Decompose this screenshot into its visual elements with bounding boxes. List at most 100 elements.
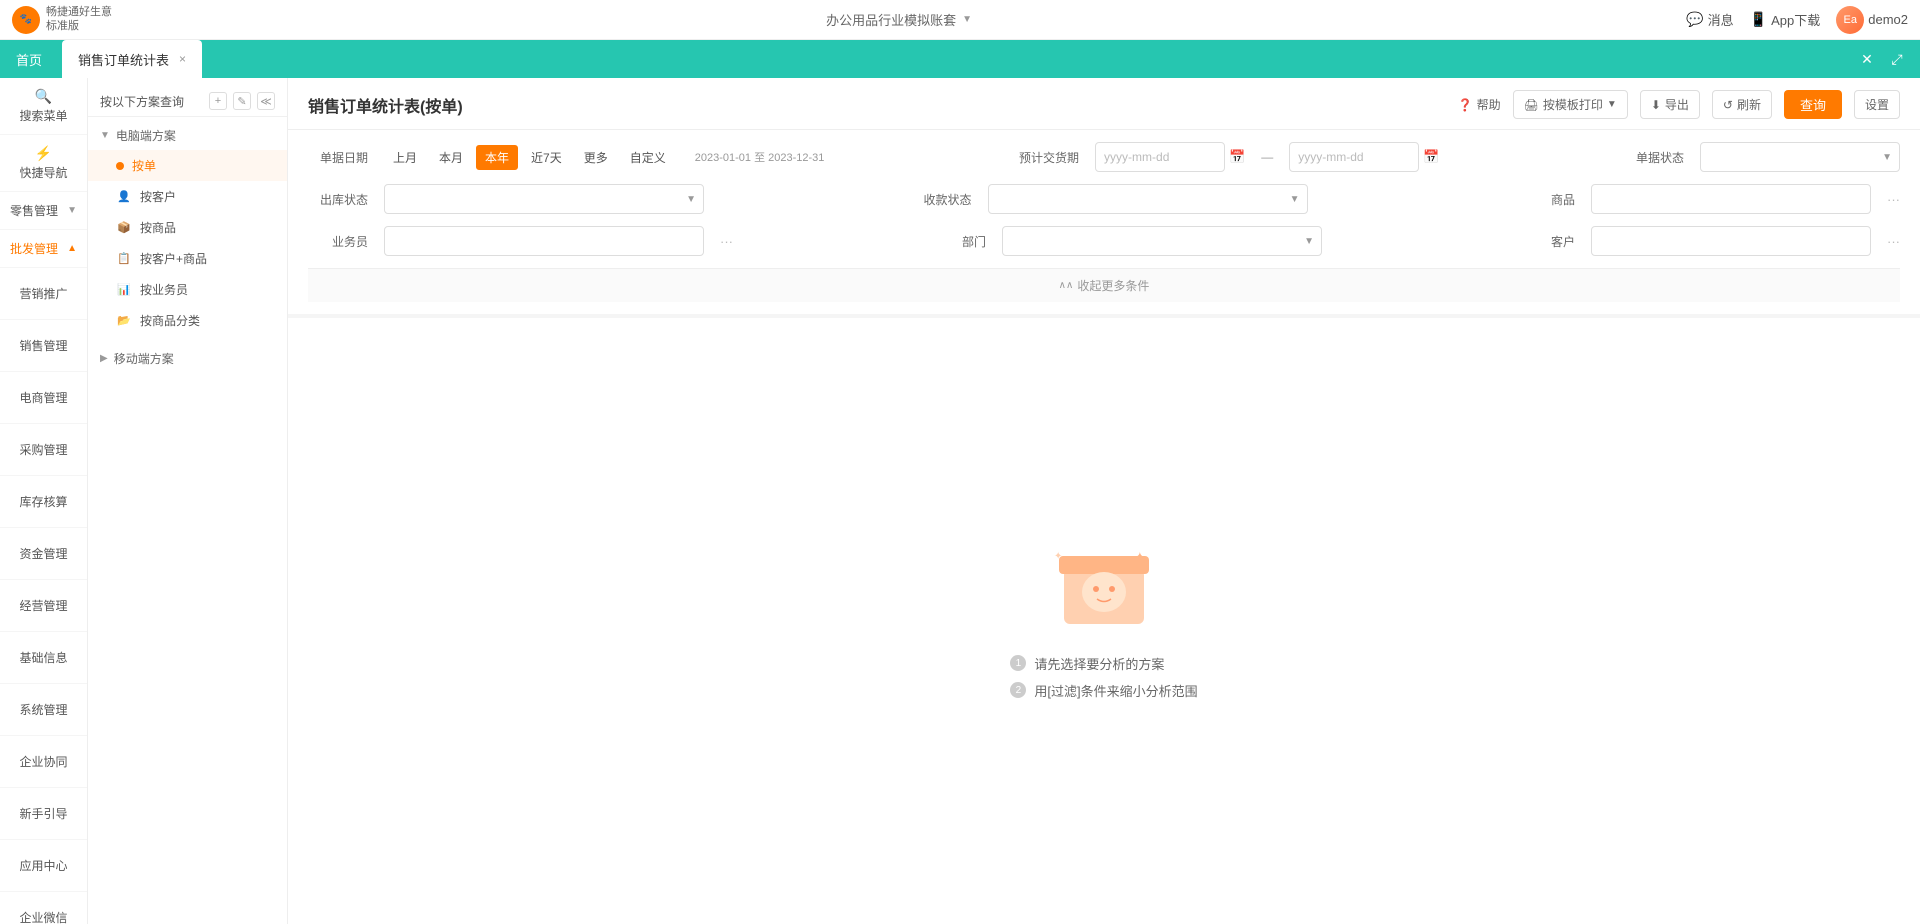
calendar-from-icon[interactable]: 📅 xyxy=(1229,149,1245,165)
scheme-by-category-label: 按商品分类 xyxy=(140,312,200,329)
collapse-label: 收起更多条件 xyxy=(1077,277,1149,294)
refresh-button[interactable]: ↺ 刷新 xyxy=(1712,90,1772,119)
this-month-btn[interactable]: 本月 xyxy=(430,145,472,170)
goods-input[interactable] xyxy=(1591,184,1871,214)
customer-dots[interactable]: ··· xyxy=(1887,234,1900,249)
expected-date-to-input[interactable] xyxy=(1289,142,1419,172)
help-button[interactable]: ❓ 帮助 xyxy=(1458,96,1501,113)
status-label: 单据状态 xyxy=(1614,149,1684,166)
date-range-text: 2023-01-01 至 2023-12-31 xyxy=(695,149,825,165)
sidebar-item-appcenter[interactable]: 应用中心 xyxy=(0,840,87,892)
dept-select[interactable] xyxy=(1002,226,1322,256)
scheme-item-by-cust-prod[interactable]: 📋 按客户+商品 xyxy=(88,243,287,274)
customer-input[interactable] xyxy=(1591,226,1871,256)
scheme-mobile-section[interactable]: ▶ 移动端方案 xyxy=(88,344,287,373)
salesperson-input[interactable] xyxy=(384,226,704,256)
category-scheme-icon: 📂 xyxy=(116,313,132,329)
sidebar-item-quick-nav[interactable]: ⚡ 快捷导航 xyxy=(0,135,87,192)
scheme-item-by-customer[interactable]: 👤 按客户 xyxy=(88,181,287,212)
scheme-panel: 按以下方案查询 + ✎ ≪ ▼ 电脑端方案 按单 👤 按客户 xyxy=(88,78,288,924)
scheme-add-button[interactable]: + xyxy=(209,92,227,110)
delivery-select-wrap: ▼ xyxy=(384,184,704,214)
topbar-left: 🐾 畅捷通好生意 标准版 xyxy=(12,6,112,34)
goods-dots[interactable]: ··· xyxy=(1887,192,1900,207)
message-button[interactable]: 💬 消息 xyxy=(1686,10,1733,29)
sidebar-item-system[interactable]: 系统管理 xyxy=(0,684,87,736)
window-maximize-button[interactable]: ⤢ xyxy=(1886,48,1908,70)
tab-report[interactable]: 销售订单统计表 × xyxy=(62,40,202,78)
custom-date-btn[interactable]: 自定义 xyxy=(621,145,675,170)
salesperson-dots[interactable]: ··· xyxy=(720,234,733,249)
export-button[interactable]: ⬇ 导出 xyxy=(1640,90,1700,119)
sidebar-item-basic[interactable]: 基础信息 xyxy=(0,632,87,684)
custprod-scheme-icon: 📋 xyxy=(116,251,132,267)
refresh-icon: ↺ xyxy=(1723,98,1733,112)
sidebar-item-finance[interactable]: 资金管理 xyxy=(0,528,87,580)
scheme-panel-header: 按以下方案查询 + ✎ ≪ xyxy=(88,86,287,117)
payment-select[interactable] xyxy=(988,184,1308,214)
expected-date-from-input[interactable] xyxy=(1095,142,1225,172)
sidebar-item-search[interactable]: 🔍 搜索菜单 xyxy=(0,78,87,135)
filter-row-3: 业务员 ··· 部门 ▼ 客户 xyxy=(308,226,1900,256)
scheme-pc-section[interactable]: ▼ 电脑端方案 xyxy=(88,121,287,150)
expected-date-from-wrap: 📅 xyxy=(1095,142,1245,172)
scheme-edit-button[interactable]: ✎ xyxy=(233,92,251,110)
date-quick-group: 上月 本月 本年 近7天 更多 自定义 xyxy=(384,145,675,170)
sidebar-item-operation[interactable]: 经营管理 xyxy=(0,580,87,632)
sidebar-item-wholesale[interactable]: 批发管理 ▲ xyxy=(0,230,87,268)
help-icon: ❓ xyxy=(1458,98,1473,112)
tab-window-actions: ✕ ⤢ xyxy=(1856,48,1920,70)
tab-home[interactable]: 首页 xyxy=(0,40,58,78)
settings-button[interactable]: 设置 xyxy=(1854,90,1900,119)
topbar-right: 💬 消息 📱 App下载 Ea demo2 xyxy=(1686,6,1908,34)
topbar-center[interactable]: 办公用品行业模拟账套 ▼ xyxy=(826,10,972,29)
sidebar-item-inventory[interactable]: 库存核算 xyxy=(0,476,87,528)
payment-select-wrap: ▼ xyxy=(988,184,1308,214)
scheme-item-by-salesperson[interactable]: 📊 按业务员 xyxy=(88,274,287,305)
query-button[interactable]: 查询 xyxy=(1784,90,1842,119)
sidebar-item-newbie[interactable]: 新手引导 xyxy=(0,788,87,840)
download-icon: 📱 xyxy=(1750,11,1767,28)
scheme-item-by-product[interactable]: 📦 按商品 xyxy=(88,212,287,243)
collapse-bar[interactable]: ∧∧ 收起更多条件 xyxy=(308,268,1900,302)
this-year-btn[interactable]: 本年 xyxy=(476,145,518,170)
page-actions: ❓ 帮助 🖨 按模板打印 ▼ ⬇ 导出 xyxy=(1458,90,1900,119)
tip-text-1: 请先选择要分析的方案 xyxy=(1034,654,1164,673)
scheme-collapse-button[interactable]: ≪ xyxy=(257,92,275,110)
sidebar-item-ecommerce[interactable]: 电商管理 xyxy=(0,372,87,424)
scheme-panel-title: 按以下方案查询 xyxy=(100,93,203,110)
app-download-button[interactable]: 📱 App下载 xyxy=(1750,10,1821,29)
delivery-select[interactable] xyxy=(384,184,704,214)
pc-section-label: 电脑端方案 xyxy=(116,127,176,144)
filter-area: 单据日期 上月 本月 本年 近7天 更多 自定义 2023-01-01 至 20… xyxy=(288,130,1920,314)
empty-state: ✦ ✦ 1 请先选择要分析的方案 2 用[过滤]条件来缩小分析范围 xyxy=(288,318,1920,924)
logo-text: 畅捷通好生意 标准版 xyxy=(46,6,112,32)
last7-btn[interactable]: 近7天 xyxy=(522,145,571,170)
sidebar-item-retail[interactable]: 零售管理 ▼ xyxy=(0,192,87,230)
sidebar-item-corp[interactable]: 企业协同 xyxy=(0,736,87,788)
status-select[interactable] xyxy=(1700,142,1900,172)
customer-scheme-icon: 👤 xyxy=(116,189,132,205)
salesperson-scheme-icon: 📊 xyxy=(116,282,132,298)
scheme-item-by-order[interactable]: 按单 xyxy=(88,150,287,181)
product-scheme-icon: 📦 xyxy=(116,220,132,236)
more-date-btn[interactable]: 更多 xyxy=(575,145,617,170)
sidebar-item-sales[interactable]: 销售管理 xyxy=(0,320,87,372)
window-close-button[interactable]: ✕ xyxy=(1856,48,1878,70)
goods-label: 商品 xyxy=(1515,191,1575,208)
tab-close-icon[interactable]: × xyxy=(179,52,186,66)
prev-month-btn[interactable]: 上月 xyxy=(384,145,426,170)
retail-expand-icon: ▼ xyxy=(67,205,77,216)
scheme-item-by-category[interactable]: 📂 按商品分类 xyxy=(88,305,287,336)
content-area: 按以下方案查询 + ✎ ≪ ▼ 电脑端方案 按单 👤 按客户 xyxy=(88,78,1920,924)
sidebar-item-marketing[interactable]: 营销推广 xyxy=(0,268,87,320)
workspace-chevron-icon[interactable]: ▼ xyxy=(962,14,972,25)
tip-text-2: 用[过滤]条件来缩小分析范围 xyxy=(1034,681,1197,700)
print-template-button[interactable]: 🖨 按模板打印 ▼ xyxy=(1513,90,1628,119)
sidebar-item-wechat[interactable]: 企业微信 xyxy=(0,892,87,924)
user-menu[interactable]: Ea demo2 xyxy=(1836,6,1908,34)
calendar-to-icon[interactable]: 📅 xyxy=(1423,149,1439,165)
scheme-by-customer-label: 按客户 xyxy=(140,188,176,205)
tabbar: 首页 销售订单统计表 × ✕ ⤢ xyxy=(0,40,1920,78)
sidebar-item-purchase[interactable]: 采购管理 xyxy=(0,424,87,476)
